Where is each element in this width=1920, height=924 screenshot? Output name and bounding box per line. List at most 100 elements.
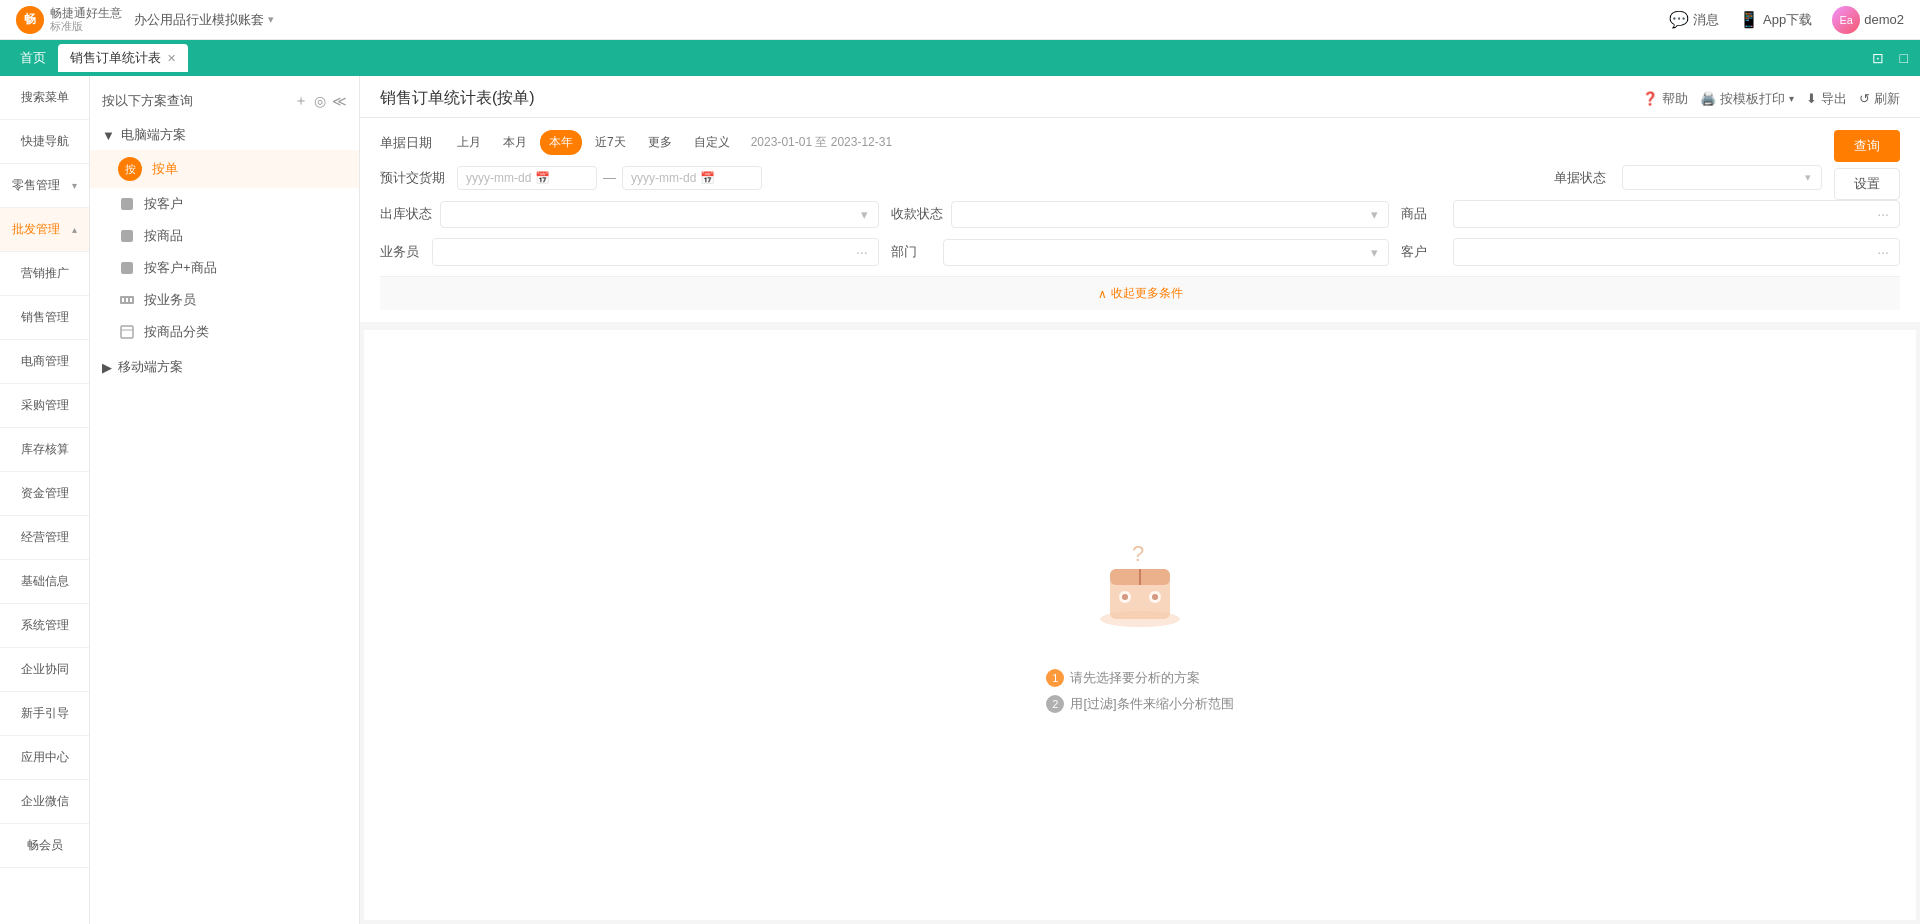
tab-close-icon[interactable]: ✕ [167, 52, 176, 65]
settings-scheme-icon[interactable]: ◎ [314, 93, 326, 109]
receipt-status-cell: 收款状态 ▾ [891, 201, 1390, 228]
salesperson-label: 业务员 [380, 243, 424, 261]
logo-area: 畅 畅捷通好生意 标准版 [16, 6, 122, 34]
export-button[interactable]: ⬇ 导出 [1806, 90, 1847, 108]
user-avatar: Ea [1832, 6, 1860, 34]
left-panel-header: 按以下方案查询 ＋ ◎ ≪ [90, 86, 359, 116]
empty-illustration: ? [1080, 529, 1200, 649]
date-tab-7days[interactable]: 近7天 [586, 130, 635, 155]
sidebar-item-retail[interactable]: 零售管理 ▾ [0, 164, 89, 208]
collapse-panel-icon[interactable]: ≪ [332, 93, 347, 109]
refresh-button[interactable]: ↺ 刷新 [1859, 90, 1900, 108]
refresh-icon: ↺ [1859, 91, 1870, 106]
sidebar-item-operations[interactable]: 经营管理 [0, 516, 89, 560]
delivery-date-start[interactable]: yyyy-mm-dd 📅 [457, 166, 597, 190]
sidebar-item-basic[interactable]: 基础信息 [0, 560, 89, 604]
left-panel: 按以下方案查询 ＋ ◎ ≪ ▼ 电脑端方案 按 按单 [90, 76, 360, 924]
maximize-icon[interactable]: □ [1896, 48, 1912, 68]
filter-row-1: 单据日期 上月 本月 本年 近7天 更多 自定义 2023-01-01 至 20… [380, 130, 1900, 200]
sidebar-item-purchase[interactable]: 采购管理 [0, 384, 89, 428]
solution-group-mobile: ▶ 移动端方案 [90, 352, 359, 382]
sidebar-item-newbie[interactable]: 新手引导 [0, 692, 89, 736]
product-category-icon [118, 323, 136, 341]
customer-label: 客户 [1401, 243, 1445, 261]
top-bar: 畅 畅捷通好生意 标准版 办公用品行业模拟账套 ▾ 💬 消息 📱 App下载 E… [0, 0, 1920, 40]
solution-group-pc-title[interactable]: ▼ 电脑端方案 [90, 120, 359, 150]
sidebar-item-marketing[interactable]: 营销推广 [0, 252, 89, 296]
salesperson-select[interactable]: ··· [432, 238, 879, 266]
empty-hint-1: 1 请先选择要分析的方案 [1046, 669, 1233, 687]
user-menu[interactable]: Ea demo2 [1832, 6, 1904, 34]
print-dropdown-icon: ▾ [1789, 93, 1794, 104]
product-cell: 商品 ··· [1401, 200, 1900, 228]
app-download-button[interactable]: 📱 App下载 [1739, 10, 1812, 29]
message-button[interactable]: 💬 消息 [1669, 10, 1719, 29]
date-tab-last-month[interactable]: 上月 [448, 130, 490, 155]
sidebar-item-wechat[interactable]: 企业微信 [0, 780, 89, 824]
solution-item-by-customer[interactable]: 按客户 [90, 188, 359, 220]
industry-selector[interactable]: 办公用品行业模拟账套 ▾ [134, 11, 274, 29]
sidebar-item-apps[interactable]: 应用中心 [0, 736, 89, 780]
sidebar-item-wholesale[interactable]: 批发管理 ▴ [0, 208, 89, 252]
date-tab-this-year[interactable]: 本年 [540, 130, 582, 155]
solution-item-by-order[interactable]: 按 按单 [90, 150, 359, 188]
solution-item-by-salesperson[interactable]: 按业务员 [90, 284, 359, 316]
svg-text:?: ? [1132, 541, 1144, 566]
product-select[interactable]: ··· [1453, 200, 1900, 228]
filter-row-date: 单据日期 上月 本月 本年 近7天 更多 自定义 2023-01-01 至 20… [380, 130, 1822, 155]
hint-num-2: 2 [1046, 695, 1064, 713]
svg-rect-7 [121, 326, 133, 338]
sidebar-item-enterprise[interactable]: 企业协同 [0, 648, 89, 692]
chevron-up-icon: ▴ [72, 224, 77, 235]
template-print-button[interactable]: 🖨️ 按模板打印 ▾ [1700, 90, 1794, 108]
restore-icon[interactable]: ⊡ [1868, 48, 1888, 68]
query-button[interactable]: 查询 [1834, 130, 1900, 162]
sidebar-item-sales[interactable]: 销售管理 [0, 296, 89, 340]
department-select[interactable]: ▾ [943, 239, 1390, 266]
department-label: 部门 [891, 243, 935, 261]
delivery-date-end[interactable]: yyyy-mm-dd 📅 [622, 166, 762, 190]
settings-button[interactable]: 设置 [1834, 168, 1900, 200]
main-layout: 搜索菜单 快捷导航 零售管理 ▾ 批发管理 ▴ 营销推广 销售管理 电商管理 采… [0, 76, 1920, 924]
print-icon: 🖨️ [1700, 91, 1716, 106]
tab-home[interactable]: 首页 [8, 44, 58, 72]
product-dots-icon[interactable]: ··· [1877, 206, 1889, 222]
department-chevron: ▾ [1371, 245, 1378, 260]
customer-dots-icon[interactable]: ··· [1877, 244, 1889, 260]
delivery-status-select[interactable]: ▾ [440, 201, 879, 228]
solution-group-mobile-title[interactable]: ▶ 移动端方案 [90, 352, 359, 382]
hint-num-1: 1 [1046, 669, 1064, 687]
calendar-icon: 📅 [535, 171, 550, 185]
delivery-status-chevron: ▾ [861, 207, 868, 222]
help-button[interactable]: ❓ 帮助 [1642, 90, 1688, 108]
date-tab-this-month[interactable]: 本月 [494, 130, 536, 155]
sidebar-item-inventory[interactable]: 库存核算 [0, 428, 89, 472]
top-bar-left: 畅 畅捷通好生意 标准版 办公用品行业模拟账套 ▾ [16, 6, 274, 34]
solution-item-by-product[interactable]: 按商品 [90, 220, 359, 252]
sidebar-item-finance[interactable]: 资金管理 [0, 472, 89, 516]
tab-sales-order-stats[interactable]: 销售订单统计表 ✕ [58, 44, 188, 72]
date-tab-more[interactable]: 更多 [639, 130, 681, 155]
salesperson-icon [118, 291, 136, 309]
receipt-status-select[interactable]: ▾ [951, 201, 1390, 228]
product-label: 商品 [1401, 205, 1445, 223]
svg-rect-1 [121, 230, 133, 242]
sidebar-item-search[interactable]: 搜索菜单 [0, 76, 89, 120]
collapse-bar[interactable]: ∧ 收起更多条件 [380, 276, 1900, 310]
sidebar-item-system[interactable]: 系统管理 [0, 604, 89, 648]
solution-item-by-product-category[interactable]: 按商品分类 [90, 316, 359, 348]
sidebar-item-quick-nav[interactable]: 快捷导航 [0, 120, 89, 164]
bill-status-chevron: ▾ [1805, 171, 1811, 184]
bill-status-select[interactable]: ▾ [1622, 165, 1822, 190]
department-cell: 部门 ▾ [891, 239, 1390, 266]
content-area: 按以下方案查询 ＋ ◎ ≪ ▼ 电脑端方案 按 按单 [90, 76, 1920, 924]
add-scheme-icon[interactable]: ＋ [294, 92, 308, 110]
sidebar-item-vip[interactable]: 畅会员 [0, 824, 89, 868]
date-tab-custom[interactable]: 自定义 [685, 130, 739, 155]
triangle-icon: ▼ [102, 128, 115, 143]
sidebar-item-ecommerce[interactable]: 电商管理 [0, 340, 89, 384]
svg-rect-2 [121, 262, 133, 274]
solution-item-by-customer-product[interactable]: 按客户+商品 [90, 252, 359, 284]
salesperson-dots-icon[interactable]: ··· [856, 244, 868, 260]
customer-select[interactable]: ··· [1453, 238, 1900, 266]
